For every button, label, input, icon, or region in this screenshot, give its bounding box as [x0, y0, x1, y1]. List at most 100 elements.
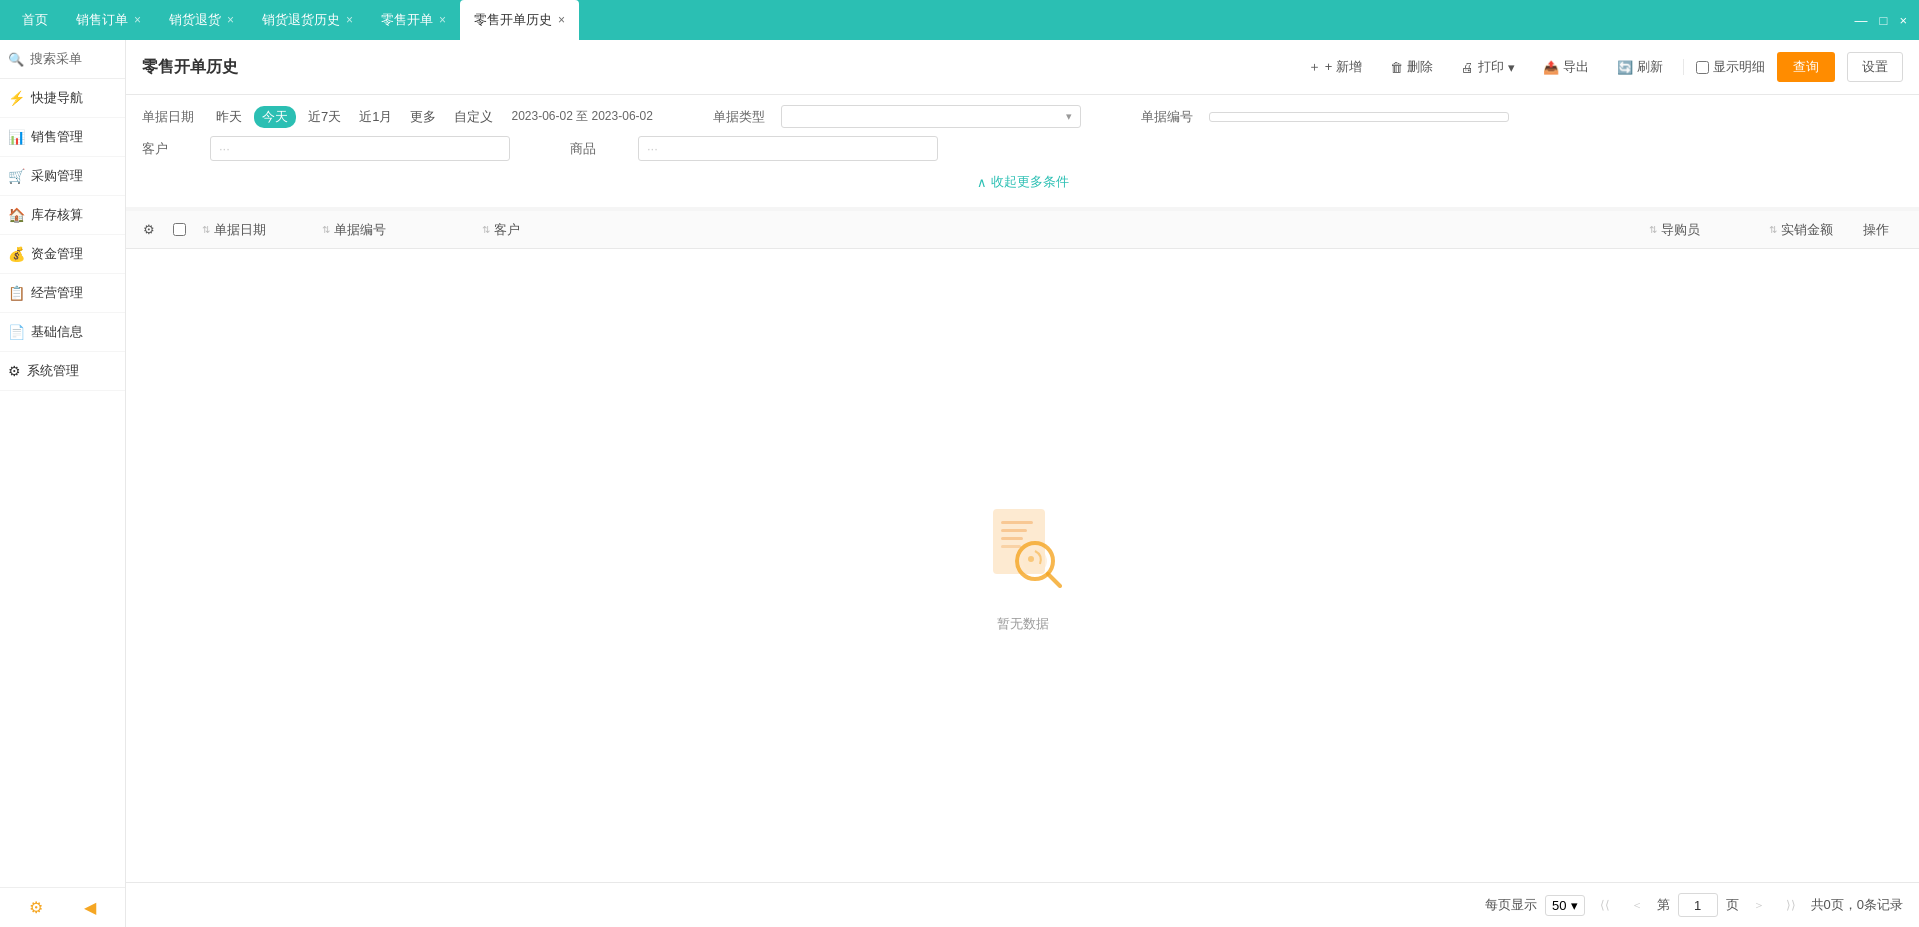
date-filter-label: 单据日期	[142, 108, 202, 126]
svg-rect-3	[1001, 537, 1023, 540]
svg-point-8	[1028, 556, 1034, 562]
search-icon: 🔍	[8, 52, 24, 67]
tab-label-retail-history: 零售开单历史	[474, 11, 552, 29]
show-detail-checkbox[interactable]: 显示明细	[1696, 58, 1765, 76]
last-page-button[interactable]: ⟩⟩	[1779, 893, 1803, 917]
query-button[interactable]: 查询	[1777, 52, 1835, 82]
content-area: 零售开单历史 ＋ + 新增 🗑 删除 🖨 打印 ▾	[126, 40, 1919, 927]
date-opt-today[interactable]: 今天	[254, 106, 296, 128]
sidebar-icon-basic-info: 📄	[8, 324, 25, 340]
page-title-row: 零售开单历史 ＋ + 新增 🗑 删除 🖨 打印 ▾	[142, 52, 1903, 82]
bill-no-label: 单据编号	[1141, 108, 1201, 126]
select-all-checkbox[interactable]	[173, 223, 186, 236]
date-opt-custom[interactable]: 自定义	[448, 106, 499, 128]
settings-icon[interactable]: ⚙	[29, 898, 43, 917]
date-opt-7days[interactable]: 近7天	[302, 106, 347, 128]
date-opt-1month[interactable]: 近1月	[353, 106, 398, 128]
sidebar-label-finance: 资金管理	[31, 245, 83, 263]
tab-close-sales-order[interactable]: ×	[134, 13, 141, 27]
sidebar-item-quick-nav[interactable]: ⚡快捷导航	[0, 79, 125, 118]
bill-no-input[interactable]	[1209, 112, 1509, 122]
next-page-button[interactable]: ＞	[1747, 893, 1771, 917]
per-page-label: 每页显示	[1485, 896, 1537, 914]
add-label: + 新增	[1325, 58, 1362, 76]
sidebar-item-operation[interactable]: 📋经营管理	[0, 274, 125, 313]
first-page-button[interactable]: ⟨⟨	[1593, 893, 1617, 917]
total-info: 共0页，0条记录	[1811, 896, 1903, 914]
collapse-icon[interactable]: ◀	[84, 898, 96, 917]
sidebar-item-purchase-mgmt[interactable]: 🛒采购管理	[0, 157, 125, 196]
sidebar-item-sales-mgmt[interactable]: 📊销售管理	[0, 118, 125, 157]
tab-close-sales-return[interactable]: ×	[227, 13, 234, 27]
sidebar-icon-quick-nav: ⚡	[8, 90, 25, 106]
refresh-button[interactable]: 🔄 刷新	[1609, 54, 1671, 80]
page-title: 零售开单历史	[142, 57, 238, 78]
settings-button[interactable]: 设置	[1847, 52, 1903, 82]
svg-rect-1	[1001, 521, 1033, 524]
goods-input[interactable]: ···	[638, 136, 938, 161]
tab-label-sales-order: 销售订单	[76, 11, 128, 29]
col-billno-label: 单据编号	[334, 221, 386, 239]
col-amount: ⇅ 实销金额	[1741, 221, 1841, 239]
tab-label-home: 首页	[22, 11, 48, 29]
sidebar-search[interactable]: 🔍 搜索采单	[0, 40, 125, 79]
tab-sales-order[interactable]: 销售订单 ×	[62, 0, 155, 40]
date-opt-more[interactable]: 更多	[404, 106, 442, 128]
print-button[interactable]: 🖨 打印 ▾	[1453, 54, 1523, 80]
sidebar-item-inventory[interactable]: 🏠库存核算	[0, 196, 125, 235]
sidebar-item-basic-info[interactable]: 📄基础信息	[0, 313, 125, 352]
tab-close-retail-open[interactable]: ×	[439, 13, 446, 27]
minimize-btn[interactable]: —	[1855, 13, 1868, 28]
sidebar-icon-finance: 💰	[8, 246, 25, 262]
refresh-label: 刷新	[1637, 58, 1663, 76]
tab-label-retail-open: 零售开单	[381, 11, 433, 29]
sidebar-item-sys-mgmt[interactable]: ⚙系统管理	[0, 352, 125, 391]
sidebar-icon-operation: 📋	[8, 285, 25, 301]
date-range-display: 2023-06-02 至 2023-06-02	[511, 108, 652, 125]
customer-input[interactable]: ···	[210, 136, 510, 161]
export-label: 导出	[1563, 58, 1589, 76]
filter-area: 单据日期 昨天今天近7天近1月更多自定义 2023-06-02 至 2023-0…	[126, 95, 1919, 207]
tab-retail-history[interactable]: 零售开单历史 ×	[460, 0, 579, 40]
refresh-icon: 🔄	[1617, 60, 1633, 75]
goods-dots: ···	[647, 141, 658, 156]
col-date-label: 单据日期	[214, 221, 266, 239]
sidebar-item-finance[interactable]: 💰 资金管理	[0, 235, 125, 274]
svg-point-6	[1023, 549, 1047, 573]
tab-list: 首页销售订单×销货退货×销货退货历史×零售开单×零售开单历史×	[8, 0, 1855, 40]
tab-sales-return[interactable]: 销货退货×	[155, 0, 248, 40]
delete-button[interactable]: 🗑 删除	[1382, 54, 1441, 80]
collapse-icon: ∧	[977, 175, 987, 190]
prev-page-button[interactable]: ＜	[1625, 893, 1649, 917]
tab-home[interactable]: 首页	[8, 0, 62, 40]
page-size-select[interactable]: 50 ▾	[1545, 895, 1584, 916]
bill-type-select[interactable]: ▾	[781, 105, 1081, 128]
sidebar-bottom: ⚙ ◀	[0, 887, 125, 927]
table-wrapper: ⚙ ⇅ 单据日期 ⇅ 单据编号 ⇅ 客户 ⇅	[126, 211, 1919, 927]
restore-btn[interactable]: □	[1880, 13, 1888, 28]
date-opt-yesterday[interactable]: 昨天	[210, 106, 248, 128]
show-detail-input[interactable]	[1696, 61, 1709, 74]
page-number-input[interactable]	[1678, 893, 1718, 917]
sidebar-search-label: 搜索采单	[30, 50, 82, 68]
tab-sales-return-history[interactable]: 销货退货历史×	[248, 0, 367, 40]
date-options: 昨天今天近7天近1月更多自定义	[210, 106, 499, 128]
main-layout: 🔍 搜索采单 ⚡快捷导航📊销售管理🛒采购管理🏠库存核算 💰 资金管理 📋经营管理📄基础…	[0, 40, 1919, 927]
show-detail-label: 显示明细	[1713, 58, 1765, 76]
sort-customer-icon: ⇅	[482, 224, 490, 235]
collapse-bar[interactable]: ∧ 收起更多条件	[142, 169, 1903, 199]
page-size-chevron-icon: ▾	[1571, 898, 1578, 913]
customer-filter: 客户 ···	[142, 136, 510, 161]
close-btn[interactable]: ×	[1899, 13, 1907, 28]
tab-retail-open[interactable]: 零售开单 ×	[367, 0, 460, 40]
delete-label: 删除	[1407, 58, 1433, 76]
tab-close-sales-return-history[interactable]: ×	[346, 13, 353, 27]
tab-close-retail-history[interactable]: ×	[558, 13, 565, 27]
add-button[interactable]: ＋ + 新增	[1300, 54, 1370, 80]
pagination: 每页显示 50 ▾ ⟨⟨ ＜ 第 页 ＞ ⟩⟩ 共0页，0条记录	[126, 882, 1919, 927]
col-settings[interactable]: ⚙	[134, 222, 164, 237]
col-guide-label: 导购员	[1661, 221, 1700, 239]
page-size-value: 50	[1552, 898, 1566, 913]
export-button[interactable]: 📤 导出	[1535, 54, 1597, 80]
print-label: 打印	[1478, 58, 1504, 76]
